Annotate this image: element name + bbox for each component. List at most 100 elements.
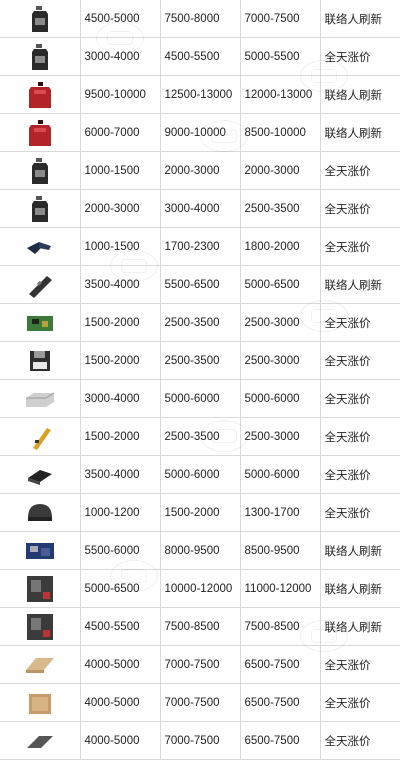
note-cell: 全天涨价 — [320, 189, 400, 228]
table-row: 1500-2000 2500-3500 2500-3000 全天涨价 — [0, 417, 400, 456]
price-range-cell-2: 7500-8500 — [160, 607, 241, 646]
item-image-cell — [0, 265, 81, 304]
price-range-cell-3: 5000-5500 — [240, 37, 321, 76]
price-range-cell-2: 2500-3500 — [160, 341, 241, 380]
cardboard-icon — [23, 688, 57, 718]
note-cell: 联络人刷新 — [320, 531, 400, 570]
floppy-disk-icon — [23, 346, 57, 376]
price-range-cell-2: 9000-10000 — [160, 113, 241, 152]
price-range-cell-1: 1500-2000 — [80, 417, 161, 456]
price-range-cell-3: 6500-7500 — [240, 683, 321, 722]
oil-bottle-icon — [23, 42, 57, 72]
price-range-cell-2: 2000-3000 — [160, 151, 241, 190]
price-range-cell-3: 5000-6000 — [240, 455, 321, 494]
item-image-cell — [0, 569, 81, 608]
price-range-cell-1: 4000-5000 — [80, 683, 161, 722]
price-range-cell-1: 4500-5000 — [80, 0, 161, 38]
table-row: 1000-1200 1500-2000 1300-1700 全天涨价 — [0, 493, 400, 532]
price-range-cell-1: 5000-6500 — [80, 569, 161, 608]
table-row: 3500-4000 5000-6000 5000-6000 全天涨价 — [0, 455, 400, 494]
note-cell: 联络人刷新 — [320, 265, 400, 304]
price-range-cell-2: 12500-13000 — [160, 75, 241, 114]
fuel-can-icon — [23, 118, 57, 148]
price-range-cell-1: 3000-4000 — [80, 37, 161, 76]
note-cell: 联络人刷新 — [320, 607, 400, 646]
note-cell: 全天涨价 — [320, 379, 400, 418]
price-range-cell-3: 7500-8500 — [240, 607, 321, 646]
machine-icon — [23, 574, 57, 604]
price-range-cell-1: 9500-10000 — [80, 75, 161, 114]
price-range-cell-2: 1700-2300 — [160, 227, 241, 266]
price-range-cell-3: 2500-3500 — [240, 189, 321, 228]
item-image-cell — [0, 417, 81, 456]
note-cell: 全天涨价 — [320, 303, 400, 342]
panel-icon — [23, 726, 57, 756]
table-row: 1000-1500 1700-2300 1800-2000 全天涨价 — [0, 227, 400, 266]
item-image-cell — [0, 303, 81, 342]
table-row: 1500-2000 2500-3500 2500-3000 全天涨价 — [0, 341, 400, 380]
table-row: 1500-2000 2500-3500 2500-3000 全天涨价 — [0, 303, 400, 342]
price-range-cell-2: 5000-6000 — [160, 455, 241, 494]
note-cell: 全天涨价 — [320, 341, 400, 380]
table-row: 4000-5000 7000-7500 6500-7500 全天涨价 — [0, 645, 400, 684]
price-range-cell-2: 7000-7500 — [160, 721, 241, 760]
note-cell: 联络人刷新 — [320, 75, 400, 114]
table-row: 6000-7000 9000-10000 8500-10000 联络人刷新 — [0, 113, 400, 152]
item-image-cell — [0, 37, 81, 76]
price-range-cell-2: 10000-12000 — [160, 569, 241, 608]
table-row: 4000-5000 7000-7500 6500-7500 全天涨价 — [0, 721, 400, 760]
table-row: 9500-10000 12500-13000 12000-13000 联络人刷新 — [0, 75, 400, 114]
note-cell: 全天涨价 — [320, 683, 400, 722]
price-range-cell-3: 2500-3000 — [240, 341, 321, 380]
table-row: 1000-1500 2000-3000 2000-3000 全天涨价 — [0, 151, 400, 190]
tool-icon — [23, 232, 57, 262]
price-range-cell-3: 11000-12000 — [240, 569, 321, 608]
price-range-cell-1: 3500-4000 — [80, 265, 161, 304]
table-row: 3000-4000 4500-5500 5000-5500 全天涨价 — [0, 37, 400, 76]
item-image-cell — [0, 493, 81, 532]
item-image-cell — [0, 113, 81, 152]
oil-bottle-icon — [23, 4, 57, 34]
price-range-cell-2: 3000-4000 — [160, 189, 241, 228]
note-cell: 联络人刷新 — [320, 0, 400, 38]
table-row: 5000-6500 10000-12000 11000-12000 联络人刷新 — [0, 569, 400, 608]
table-row: 4500-5000 7500-8000 7000-7500 联络人刷新 — [0, 0, 400, 38]
hard-drive-icon — [23, 384, 57, 414]
price-range-cell-1: 1500-2000 — [80, 303, 161, 342]
price-range-cell-3: 2500-3000 — [240, 417, 321, 456]
price-range-cell-3: 6500-7500 — [240, 645, 321, 684]
item-image-cell — [0, 721, 81, 760]
item-image-cell — [0, 341, 81, 380]
note-cell: 全天涨价 — [320, 227, 400, 266]
price-range-cell-3: 2000-3000 — [240, 151, 321, 190]
motherboard-icon — [23, 536, 57, 566]
price-range-cell-3: 7000-7500 — [240, 0, 321, 38]
price-range-cell-1: 6000-7000 — [80, 113, 161, 152]
price-range-cell-1: 3000-4000 — [80, 379, 161, 418]
note-cell: 全天涨价 — [320, 455, 400, 494]
note-cell: 全天涨价 — [320, 151, 400, 190]
price-range-cell-2: 2500-3500 — [160, 417, 241, 456]
price-range-cell-2: 7000-7500 — [160, 645, 241, 684]
price-range-cell-2: 8000-9500 — [160, 531, 241, 570]
item-image-cell — [0, 151, 81, 190]
price-range-cell-1: 1000-1200 — [80, 493, 161, 532]
price-range-cell-2: 1500-2000 — [160, 493, 241, 532]
price-table: 4500-5000 7500-8000 7000-7500 联络人刷新 3000-400… — [0, 0, 400, 760]
price-range-cell-2: 7500-8000 — [160, 0, 241, 38]
plank-icon — [23, 650, 57, 680]
price-range-cell-3: 1300-1700 — [240, 493, 321, 532]
item-image-cell — [0, 0, 81, 38]
table-row: 3000-4000 5000-6000 5000-6000 全天涨价 — [0, 379, 400, 418]
item-image-cell — [0, 645, 81, 684]
item-image-cell — [0, 227, 81, 266]
item-image-cell — [0, 455, 81, 494]
price-range-cell-3: 8500-9500 — [240, 531, 321, 570]
price-range-cell-2: 2500-3500 — [160, 303, 241, 342]
price-table-body: 4500-5000 7500-8000 7000-7500 联络人刷新 3000-400… — [0, 0, 400, 760]
table-row: 4500-5500 7500-8500 7500-8500 联络人刷新 — [0, 607, 400, 646]
price-range-cell-2: 7000-7500 — [160, 683, 241, 722]
price-range-cell-3: 8500-10000 — [240, 113, 321, 152]
table-row: 3500-4000 5500-6500 5000-6500 联络人刷新 — [0, 265, 400, 304]
price-range-cell-3: 5000-6000 — [240, 379, 321, 418]
